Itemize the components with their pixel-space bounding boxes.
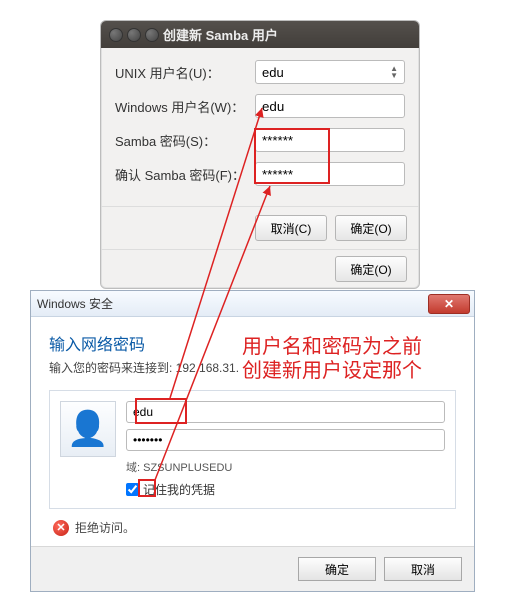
unix-user-combo[interactable]: edu ▲▼ — [255, 60, 405, 84]
domain-label: 域: — [126, 462, 140, 474]
unix-user-value: edu — [262, 65, 284, 80]
samba-password-label: Samba 密码(S)： — [115, 131, 255, 150]
remember-row[interactable]: 记住我的凭据 — [126, 481, 445, 498]
winsec-cancel-button[interactable]: 取消 — [384, 557, 462, 581]
window-max-icon[interactable] — [145, 28, 159, 42]
close-icon[interactable]: ✕ — [428, 294, 470, 314]
deny-text: 拒绝访问。 — [75, 519, 135, 536]
combo-spinner-icon[interactable]: ▲▼ — [390, 65, 398, 79]
windows-user-input[interactable] — [255, 94, 405, 118]
password-input[interactable] — [126, 429, 445, 451]
credentials-panel: 👤 域: SZSUNPLUSEDU 记住我的凭据 — [49, 390, 456, 509]
winsec-title-text: Windows 安全 — [31, 295, 113, 312]
ok-button[interactable]: 确定(O) — [335, 215, 407, 241]
windows-user-label: Windows 用户名(W)： — [115, 97, 255, 116]
samba-confirm-label: 确认 Samba 密码(F)： — [115, 165, 255, 184]
remember-checkbox[interactable] — [126, 483, 139, 496]
username-input[interactable] — [126, 401, 445, 423]
samba-title-text: 创建新 Samba 用户 — [163, 25, 278, 44]
samba-dialog: 创建新 Samba 用户 UNIX 用户名(U)： edu ▲▼ Windows… — [100, 20, 420, 289]
unix-user-label: UNIX 用户名(U)： — [115, 63, 255, 82]
samba-titlebar: 创建新 Samba 用户 — [101, 21, 419, 48]
samba-password-input[interactable] — [255, 128, 405, 152]
window-min-icon[interactable] — [127, 28, 141, 42]
ok2-button[interactable]: 确定(O) — [335, 256, 407, 282]
winsec-subtitle: 输入您的密码来连接到: 192.168.31. — [49, 359, 456, 376]
samba-confirm-input[interactable] — [255, 162, 405, 186]
winsec-heading: 输入网络密码 — [49, 331, 456, 355]
window-close-icon[interactable] — [109, 28, 123, 42]
deny-row: ✕ 拒绝访问。 — [53, 519, 456, 536]
user-avatar-icon: 👤 — [60, 401, 116, 457]
remember-label: 记住我的凭据 — [143, 481, 215, 498]
domain-line: 域: SZSUNPLUSEDU — [126, 459, 445, 475]
windows-security-dialog: Windows 安全 ✕ 输入网络密码 输入您的密码来连接到: 192.168.… — [30, 290, 475, 592]
cancel-button[interactable]: 取消(C) — [255, 215, 327, 241]
error-icon: ✕ — [53, 520, 69, 536]
winsec-ok-button[interactable]: 确定 — [298, 557, 376, 581]
domain-value: SZSUNPLUSEDU — [143, 462, 232, 474]
winsec-titlebar: Windows 安全 ✕ — [31, 291, 474, 317]
